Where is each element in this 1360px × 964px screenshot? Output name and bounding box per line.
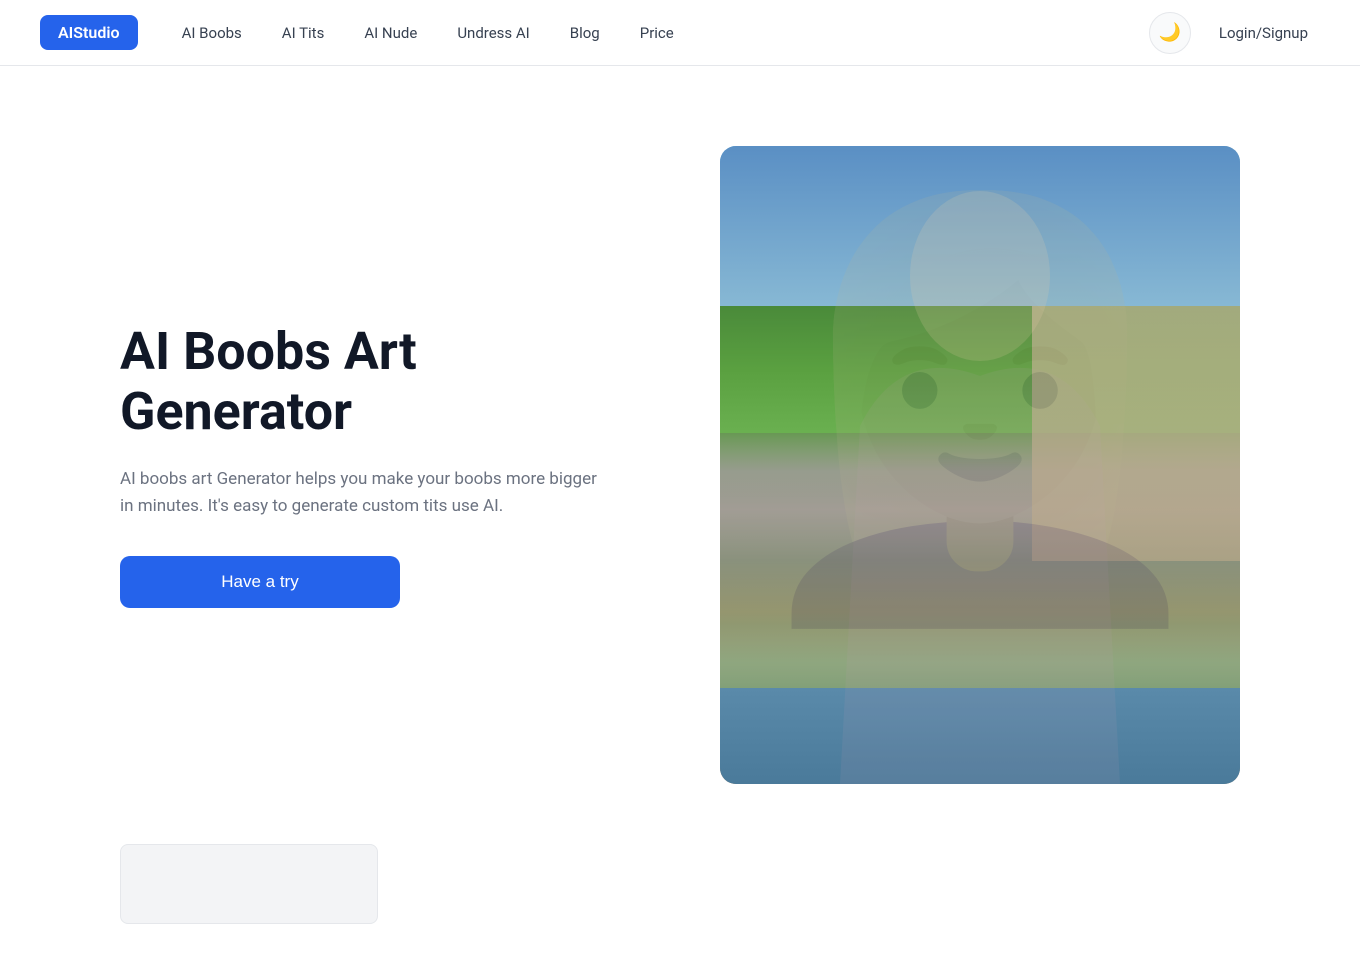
hero-description: AI boobs art Generator helps you make yo…	[120, 466, 600, 520]
nav-link-blog[interactable]: Blog	[550, 16, 620, 50]
nav-right: 🌙 Login/Signup	[1149, 12, 1320, 54]
nav-link-ai-nude[interactable]: AI Nude	[344, 16, 437, 50]
hero-content: AI Boobs Art Generator AI boobs art Gene…	[120, 322, 660, 608]
thumbnail-placeholder	[120, 844, 378, 924]
thumbnail-strip	[0, 844, 1360, 964]
nav-link-ai-boobs[interactable]: AI Boobs	[162, 16, 262, 50]
nav-link-price[interactable]: Price	[620, 16, 694, 50]
moon-icon: 🌙	[1159, 22, 1181, 43]
scene-nature	[720, 306, 1240, 434]
scene-buildings	[1032, 306, 1240, 561]
hero-image	[720, 146, 1240, 784]
brand-logo[interactable]: AIStudio	[40, 15, 138, 50]
navbar: AIStudio AI Boobs AI Tits AI Nude Undres…	[0, 0, 1360, 66]
hero-cta-button[interactable]: Have a try	[120, 556, 400, 608]
dark-mode-toggle[interactable]: 🌙	[1149, 12, 1191, 54]
nav-link-ai-tits[interactable]: AI Tits	[262, 16, 345, 50]
nav-link-undress-ai[interactable]: Undress AI	[437, 16, 549, 50]
nav-links: AI Boobs AI Tits AI Nude Undress AI Blog…	[162, 16, 1141, 50]
hero-section: AI Boobs Art Generator AI boobs art Gene…	[0, 66, 1360, 844]
hero-title: AI Boobs Art Generator	[120, 322, 660, 442]
login-signup-button[interactable]: Login/Signup	[1207, 16, 1320, 50]
hero-image-container	[720, 146, 1240, 784]
